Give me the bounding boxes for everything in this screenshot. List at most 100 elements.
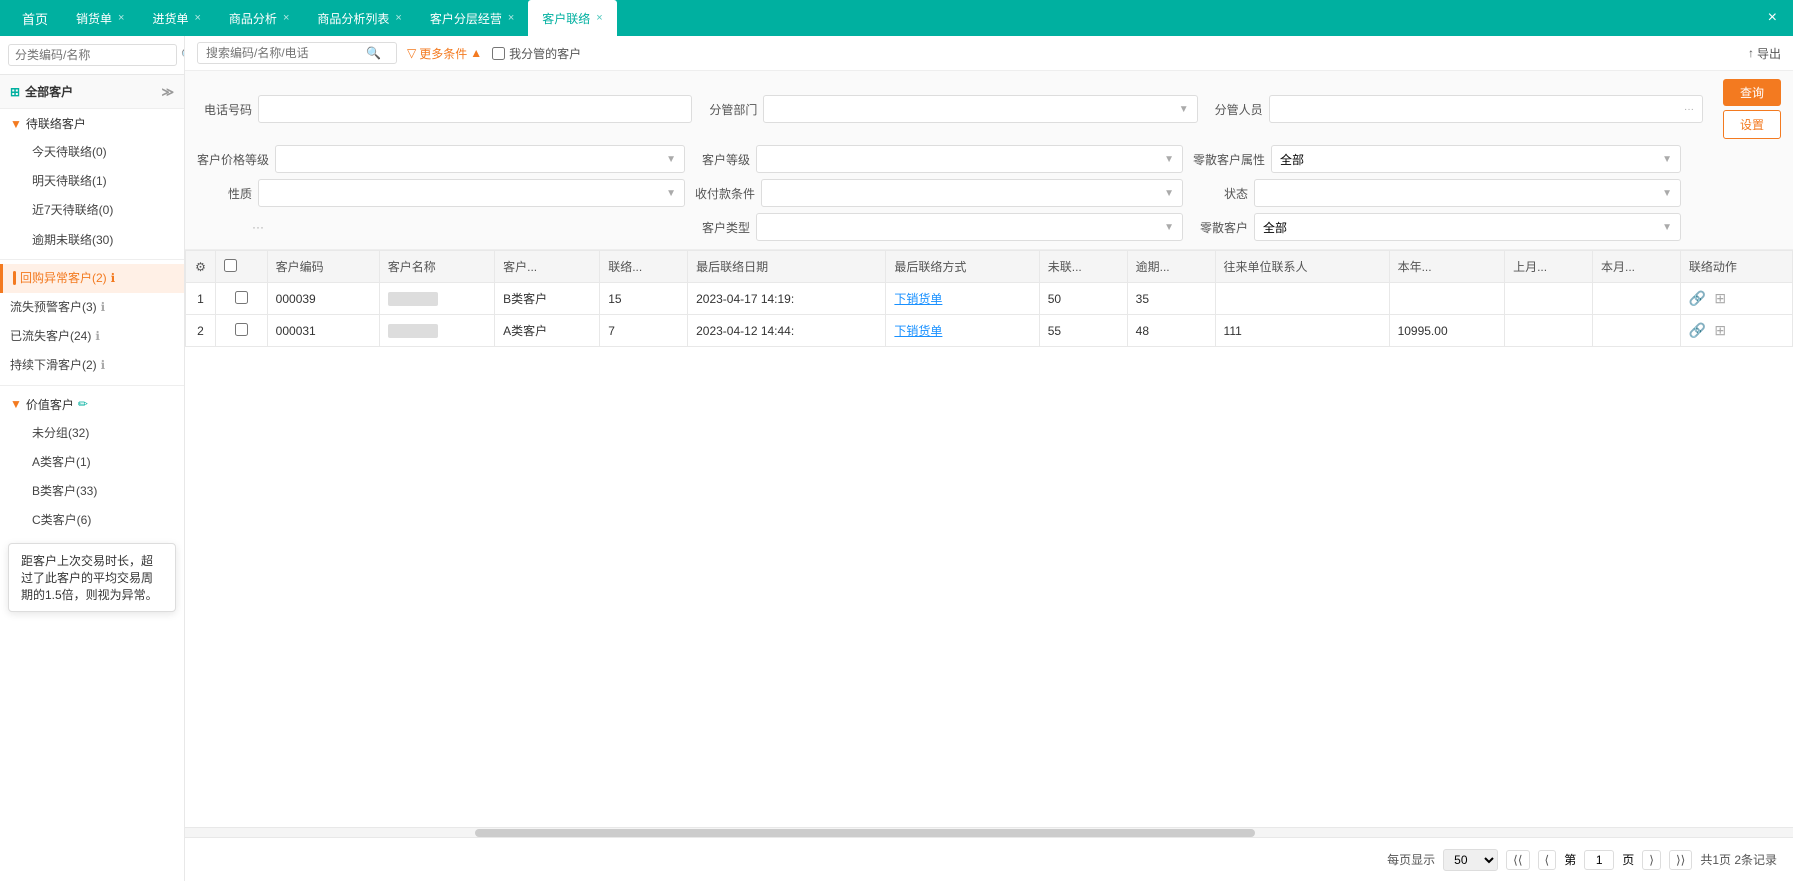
edit-icon[interactable]: ✏	[78, 397, 88, 411]
sidebar-item-class-c[interactable]: C类客户(6)	[10, 506, 184, 535]
nav-customer-segmentation[interactable]: 客户分层经营 ×	[416, 0, 528, 36]
customer-type-select[interactable]: ▼	[756, 213, 1183, 241]
collapse-icon[interactable]: ≫	[161, 85, 174, 99]
row2-method-link[interactable]: 下销货单	[894, 324, 942, 338]
next-page-button[interactable]: ⟩	[1642, 850, 1661, 870]
sidebar-group-value[interactable]: ▼ 价值客户 ✏	[0, 390, 184, 419]
field-retail-attr: 零散客户属性 全部 ▼	[1193, 145, 1681, 173]
row2-last-contact-date: 2023-04-12 14:44:	[688, 315, 886, 347]
row2-company-contact: 111	[1215, 315, 1389, 347]
first-page-button[interactable]: ⟨⟨	[1506, 850, 1529, 870]
close-icon[interactable]: ×	[194, 12, 200, 24]
arrow-icon: ▼	[10, 397, 22, 411]
row1-code: 000039	[267, 283, 379, 315]
row1-link-icon[interactable]: 🔗	[1689, 290, 1706, 307]
row2-name-blurred	[388, 324, 438, 338]
nav-customer-contact[interactable]: 客户联络 ×	[528, 0, 616, 36]
payment-select[interactable]: ▼	[761, 179, 1183, 207]
horizontal-scrollbar[interactable]	[185, 827, 1793, 837]
sidebar-item-overdue[interactable]: 逾期未联络(30)	[10, 226, 184, 255]
sidebar-item-class-a[interactable]: A类客户(1)	[10, 448, 184, 477]
per-page-select[interactable]: 50 100 200	[1443, 849, 1498, 871]
sidebar-item-class-b[interactable]: B类客户(33)	[10, 477, 184, 506]
all-customers-header[interactable]: ⊞ 全部客户 ≫	[0, 75, 184, 109]
sidebar-item-declining[interactable]: 持续下滑客户(2) ℹ	[0, 351, 184, 380]
settings-button[interactable]: 设置	[1723, 110, 1781, 139]
sidebar-search-input[interactable]	[8, 44, 177, 66]
info-icon[interactable]: ℹ	[111, 269, 116, 288]
nav-sales-order[interactable]: 销货单 ×	[62, 0, 138, 36]
row1-method-link[interactable]: 下销货单	[894, 292, 942, 306]
more-fields-ellipsis[interactable]: ···	[197, 220, 264, 234]
info-icon[interactable]: ℹ	[101, 298, 106, 317]
main-search-input[interactable]	[206, 46, 366, 60]
row2-checkbox[interactable]	[235, 323, 248, 336]
sidebar-item-tomorrow[interactable]: 明天待联络(1)	[10, 167, 184, 196]
retail-customer-label: 零散客户	[1193, 219, 1248, 236]
sidebar-item-ungroup[interactable]: 未分组(32)	[10, 419, 184, 448]
divider2	[0, 385, 184, 386]
select-all-checkbox[interactable]	[224, 259, 237, 272]
sidebar-item-churned[interactable]: 已流失客户(24) ℹ	[0, 322, 184, 351]
customer-price-select[interactable]: ▼	[275, 145, 685, 173]
chevron-down-icon: ▼	[1662, 188, 1672, 199]
window-close-button[interactable]: ×	[1760, 9, 1785, 27]
search-icon[interactable]: 🔍	[366, 46, 381, 60]
nav-home[interactable]: 首页	[8, 0, 62, 36]
divider	[0, 259, 184, 260]
sidebar-item-7days[interactable]: 近7天待联络(0)	[10, 196, 184, 225]
close-icon[interactable]: ×	[395, 12, 401, 24]
sidebar-group-pending[interactable]: ▼ 待联络客户	[0, 109, 184, 138]
row2-grid-icon[interactable]: ⊞	[1714, 322, 1726, 339]
chevron-down-icon: ▼	[1164, 188, 1174, 199]
sidebar-item-today[interactable]: 今天待联络(0)	[10, 138, 184, 167]
row2-no: 2	[186, 315, 216, 347]
close-icon[interactable]: ×	[508, 12, 514, 24]
customer-level-label: 客户等级	[695, 151, 750, 168]
status-select[interactable]: ▼	[1254, 179, 1681, 207]
table-col-checkbox	[216, 251, 268, 283]
prev-page-button[interactable]: ⟨	[1538, 850, 1557, 870]
close-icon[interactable]: ×	[118, 12, 124, 24]
sidebar-item-repurchase-abnormal[interactable]: 回购异常客户(2) ℹ	[0, 264, 184, 293]
gender-select[interactable]: ▼	[258, 179, 685, 207]
branch-person-input[interactable]: ···	[1269, 95, 1703, 123]
page-number-input[interactable]	[1584, 850, 1614, 870]
my-customers-check[interactable]	[492, 47, 505, 60]
phone-input[interactable]	[258, 95, 692, 123]
active-indicator	[13, 271, 16, 285]
filter-row-1: 电话号码 分管部门 ▼ 分管人员 ···	[197, 79, 1781, 139]
query-button[interactable]: 查询	[1723, 79, 1781, 106]
retail-attr-select[interactable]: 全部 ▼	[1271, 145, 1681, 173]
more-conditions-btn[interactable]: ▽ 更多条件 ▲	[407, 45, 482, 62]
page-label: 第	[1564, 851, 1576, 868]
row2-last-contact-method[interactable]: 下销货单	[886, 315, 1039, 347]
nav-product-analysis-list[interactable]: 商品分析列表 ×	[303, 0, 415, 36]
branch-dept-input[interactable]: ▼	[763, 95, 1197, 123]
row2-unlisted: 55	[1039, 315, 1127, 347]
all-customers-label: 全部客户	[25, 83, 73, 100]
my-customers-checkbox[interactable]: 我分管的客户	[492, 45, 581, 62]
row2-link-icon[interactable]: 🔗	[1689, 322, 1706, 339]
info-icon[interactable]: ℹ	[95, 327, 100, 346]
filter-icon: ▽	[407, 46, 416, 60]
close-icon[interactable]: ×	[596, 12, 602, 24]
nav-purchase-order[interactable]: 进货单 ×	[138, 0, 214, 36]
row1-grid-icon[interactable]: ⊞	[1714, 290, 1726, 307]
nav-product-analysis[interactable]: 商品分析 ×	[215, 0, 303, 36]
branch-dept-label: 分管部门	[702, 101, 757, 118]
scrollbar-thumb[interactable]	[475, 829, 1255, 837]
table-settings-col[interactable]: ⚙	[186, 251, 216, 283]
close-icon[interactable]: ×	[283, 12, 289, 24]
table-col-overdue: 逾期...	[1127, 251, 1215, 283]
retail-customer-select[interactable]: 全部 ▼	[1254, 213, 1681, 241]
export-button[interactable]: ↑ 导出	[1748, 45, 1781, 62]
row1-last-contact-method[interactable]: 下销货单	[886, 283, 1039, 315]
customer-level-select[interactable]: ▼	[756, 145, 1183, 173]
row1-checkbox[interactable]	[235, 291, 248, 304]
field-branch-dept: 分管部门 ▼	[702, 95, 1197, 123]
last-page-button[interactable]: ⟩⟩	[1669, 850, 1692, 870]
sidebar-item-churn-warning[interactable]: 流失预警客户(3) ℹ	[0, 293, 184, 322]
info-icon[interactable]: ℹ	[101, 356, 106, 375]
row1-last-month	[1505, 283, 1593, 315]
